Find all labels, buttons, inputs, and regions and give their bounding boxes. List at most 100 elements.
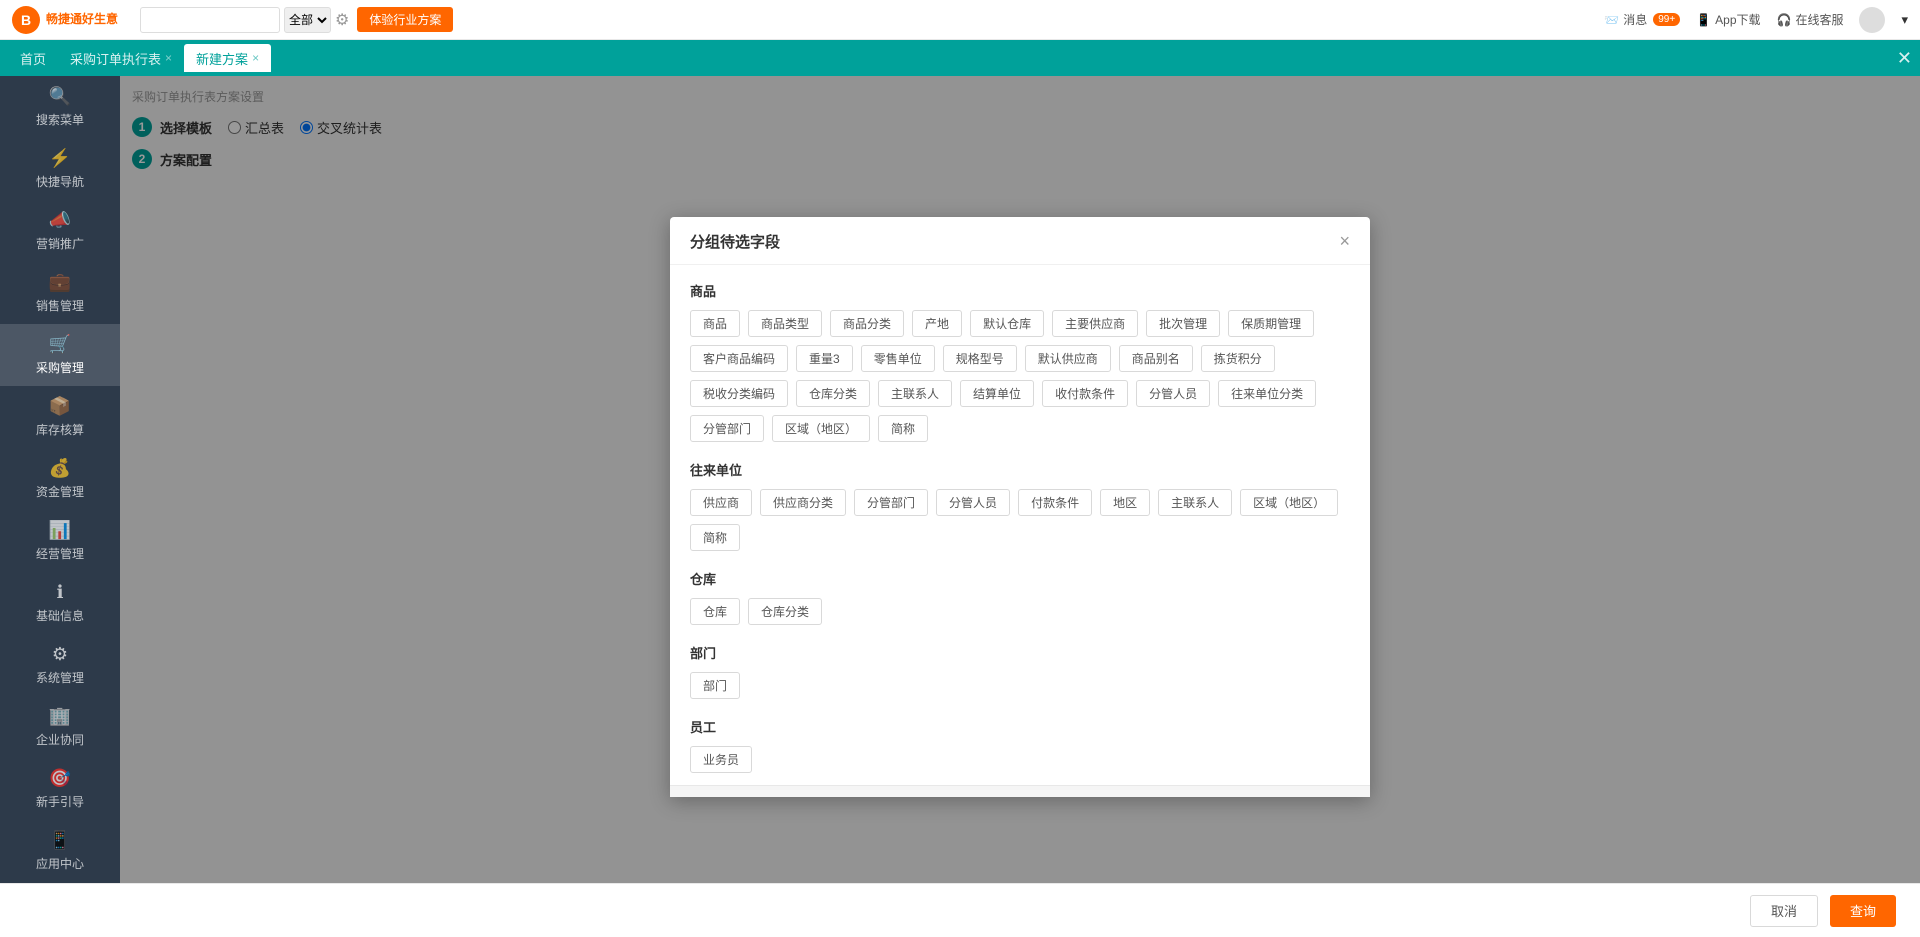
field-tag-partner-short[interactable]: 简称: [690, 524, 740, 551]
field-tag-origin[interactable]: 产地: [912, 310, 962, 337]
partner-field-tags: 供应商 供应商分类 分管部门 分管人员 付款条件 地区 主联系人 区域（地区） …: [690, 489, 1350, 551]
tab-purchase-exec-close[interactable]: ×: [165, 51, 172, 65]
field-tag-partner-category[interactable]: 往来单位分类: [1218, 380, 1316, 407]
sidebar-item-app-center[interactable]: 📱 应用中心: [0, 820, 120, 882]
employee-section-title: 员工: [690, 717, 1350, 736]
search-input[interactable]: [140, 7, 280, 33]
sidebar-item-basic-info-label: 基础信息: [36, 607, 84, 624]
warehouse-section: 仓库 仓库 仓库分类: [690, 569, 1350, 625]
close-all-tabs[interactable]: ✕: [1897, 48, 1912, 69]
logo-area: B 畅捷通好生意: [12, 6, 132, 34]
field-tag-partner-region[interactable]: 区域（地区）: [1240, 489, 1338, 516]
goods-section: 商品 商品 商品类型 商品分类 产地 默认仓库 主要供应商 批次管理 保质期管理…: [690, 281, 1350, 442]
search-icon: 🔍: [49, 86, 71, 107]
department-section-title: 部门: [690, 643, 1350, 662]
search-type-select[interactable]: 全部: [284, 7, 331, 33]
tab-purchase-exec-label: 采购订单执行表: [70, 49, 161, 68]
field-tag-main-supplier[interactable]: 主要供应商: [1052, 310, 1138, 337]
quick-nav-icon: ⚡: [49, 148, 71, 169]
tab-home[interactable]: 首页: [8, 44, 58, 72]
field-tag-region[interactable]: 区域（地区）: [772, 415, 870, 442]
field-tag-partner-manager[interactable]: 分管人员: [936, 489, 1010, 516]
notification-badge: 99+: [1653, 13, 1680, 26]
sidebar-item-enterprise[interactable]: 🏢 企业协同: [0, 696, 120, 758]
field-tag-warehouse-cat[interactable]: 仓库分类: [748, 598, 822, 625]
notification-item[interactable]: 📨 消息 99+: [1604, 11, 1680, 28]
newbie-icon: 🎯: [49, 768, 71, 789]
employee-field-tags: 业务员: [690, 746, 1350, 773]
nav-tabs: 首页 采购订单执行表 × 新建方案 × ✕: [0, 40, 1920, 76]
field-tag-pick-points[interactable]: 拣货积分: [1201, 345, 1275, 372]
sidebar-item-system[interactable]: ⚙ 系统管理: [0, 634, 120, 696]
system-icon: ⚙: [52, 644, 68, 665]
field-tag-main-contact[interactable]: 主联系人: [878, 380, 952, 407]
field-tag-manager[interactable]: 分管人员: [1136, 380, 1210, 407]
service-icon: 🎧: [1777, 13, 1792, 27]
field-tag-tax-code[interactable]: 税收分类编码: [690, 380, 788, 407]
field-tag-default-warehouse[interactable]: 默认仓库: [970, 310, 1044, 337]
dropdown-arrow[interactable]: ▾: [1901, 12, 1908, 28]
partner-section-title: 往来单位: [690, 460, 1350, 479]
tab-new-plan-close[interactable]: ×: [252, 51, 259, 65]
sidebar-item-quick-nav[interactable]: ⚡ 快捷导航: [0, 138, 120, 200]
sidebar-item-enterprise-label: 企业协同: [36, 731, 84, 748]
sidebar-item-sales[interactable]: 💼 销售管理: [0, 262, 120, 324]
modal-close-button[interactable]: ×: [1339, 231, 1350, 252]
field-tag-spec-model[interactable]: 规格型号: [943, 345, 1017, 372]
inventory-icon: 📦: [49, 396, 71, 417]
field-tag-goods-alias[interactable]: 商品别名: [1119, 345, 1193, 372]
field-tag-payment-terms[interactable]: 收付款条件: [1042, 380, 1128, 407]
modal-body[interactable]: 商品 商品 商品类型 商品分类 产地 默认仓库 主要供应商 批次管理 保质期管理…: [670, 265, 1370, 785]
sidebar-item-quick-nav-label: 快捷导航: [36, 173, 84, 190]
field-tag-retail-unit[interactable]: 零售单位: [861, 345, 935, 372]
warehouse-section-title: 仓库: [690, 569, 1350, 588]
sidebar-item-purchase[interactable]: 🛒 采购管理: [0, 324, 120, 386]
field-tag-goods-category[interactable]: 商品分类: [830, 310, 904, 337]
field-tag-batch-mgmt[interactable]: 批次管理: [1146, 310, 1220, 337]
confirm-button[interactable]: 查询: [1830, 895, 1896, 927]
sidebar-item-sales-label: 销售管理: [36, 297, 84, 314]
field-tag-customer-code[interactable]: 客户商品编码: [690, 345, 788, 372]
sidebar-item-basic-info[interactable]: ℹ 基础信息: [0, 572, 120, 634]
sidebar-item-finance-label: 资金管理: [36, 483, 84, 500]
field-tag-shelf-life[interactable]: 保质期管理: [1228, 310, 1314, 337]
sidebar-item-newbie[interactable]: 🎯 新手引导: [0, 758, 120, 820]
cancel-button[interactable]: 取消: [1750, 895, 1818, 927]
gear-icon[interactable]: ⚙: [335, 10, 349, 30]
goods-field-tags: 商品 商品类型 商品分类 产地 默认仓库 主要供应商 批次管理 保质期管理 客户…: [690, 310, 1350, 442]
field-tag-goods-type[interactable]: 商品类型: [748, 310, 822, 337]
field-tag-warehouse-category[interactable]: 仓库分类: [796, 380, 870, 407]
sales-icon: 💼: [49, 272, 71, 293]
field-tag-department[interactable]: 部门: [690, 672, 740, 699]
sidebar-item-search[interactable]: 🔍 搜索菜单: [0, 76, 120, 138]
sidebar-item-app-center-label: 应用中心: [36, 855, 84, 872]
field-tag-partner-dept[interactable]: 分管部门: [854, 489, 928, 516]
modal-horizontal-scrollbar[interactable]: [670, 785, 1370, 797]
field-tag-supplier-category[interactable]: 供应商分类: [760, 489, 846, 516]
sidebar-item-operations[interactable]: 📊 经营管理: [0, 510, 120, 572]
field-tag-settlement-unit[interactable]: 结算单位: [960, 380, 1034, 407]
field-tag-warehouse[interactable]: 仓库: [690, 598, 740, 625]
field-tag-short-name[interactable]: 简称: [878, 415, 928, 442]
field-tag-supplier[interactable]: 供应商: [690, 489, 752, 516]
tab-new-plan[interactable]: 新建方案 ×: [184, 44, 271, 72]
sidebar-item-inventory[interactable]: 📦 库存核算: [0, 386, 120, 448]
user-avatar[interactable]: [1859, 7, 1885, 33]
field-tag-weight3[interactable]: 重量3: [796, 345, 853, 372]
sidebar-item-marketing[interactable]: 📣 营销推广: [0, 200, 120, 262]
header-search: 全部 ⚙: [140, 7, 349, 33]
field-tag-payment-cond[interactable]: 付款条件: [1018, 489, 1092, 516]
online-service-item[interactable]: 🎧 在线客服: [1777, 11, 1844, 28]
app-download-item[interactable]: 📱 App下载: [1696, 11, 1760, 28]
field-tag-default-supplier[interactable]: 默认供应商: [1025, 345, 1111, 372]
tab-purchase-exec[interactable]: 采购订单执行表 ×: [58, 44, 184, 72]
field-tag-area[interactable]: 地区: [1100, 489, 1150, 516]
experience-btn[interactable]: 体验行业方案: [357, 7, 453, 32]
sidebar-item-finance[interactable]: 💰 资金管理: [0, 448, 120, 510]
field-tag-goods[interactable]: 商品: [690, 310, 740, 337]
field-tag-partner-contact[interactable]: 主联系人: [1158, 489, 1232, 516]
field-tag-salesperson[interactable]: 业务员: [690, 746, 752, 773]
goods-section-title: 商品: [690, 281, 1350, 300]
field-tag-dept[interactable]: 分管部门: [690, 415, 764, 442]
modal-title: 分组待选字段: [690, 231, 780, 252]
